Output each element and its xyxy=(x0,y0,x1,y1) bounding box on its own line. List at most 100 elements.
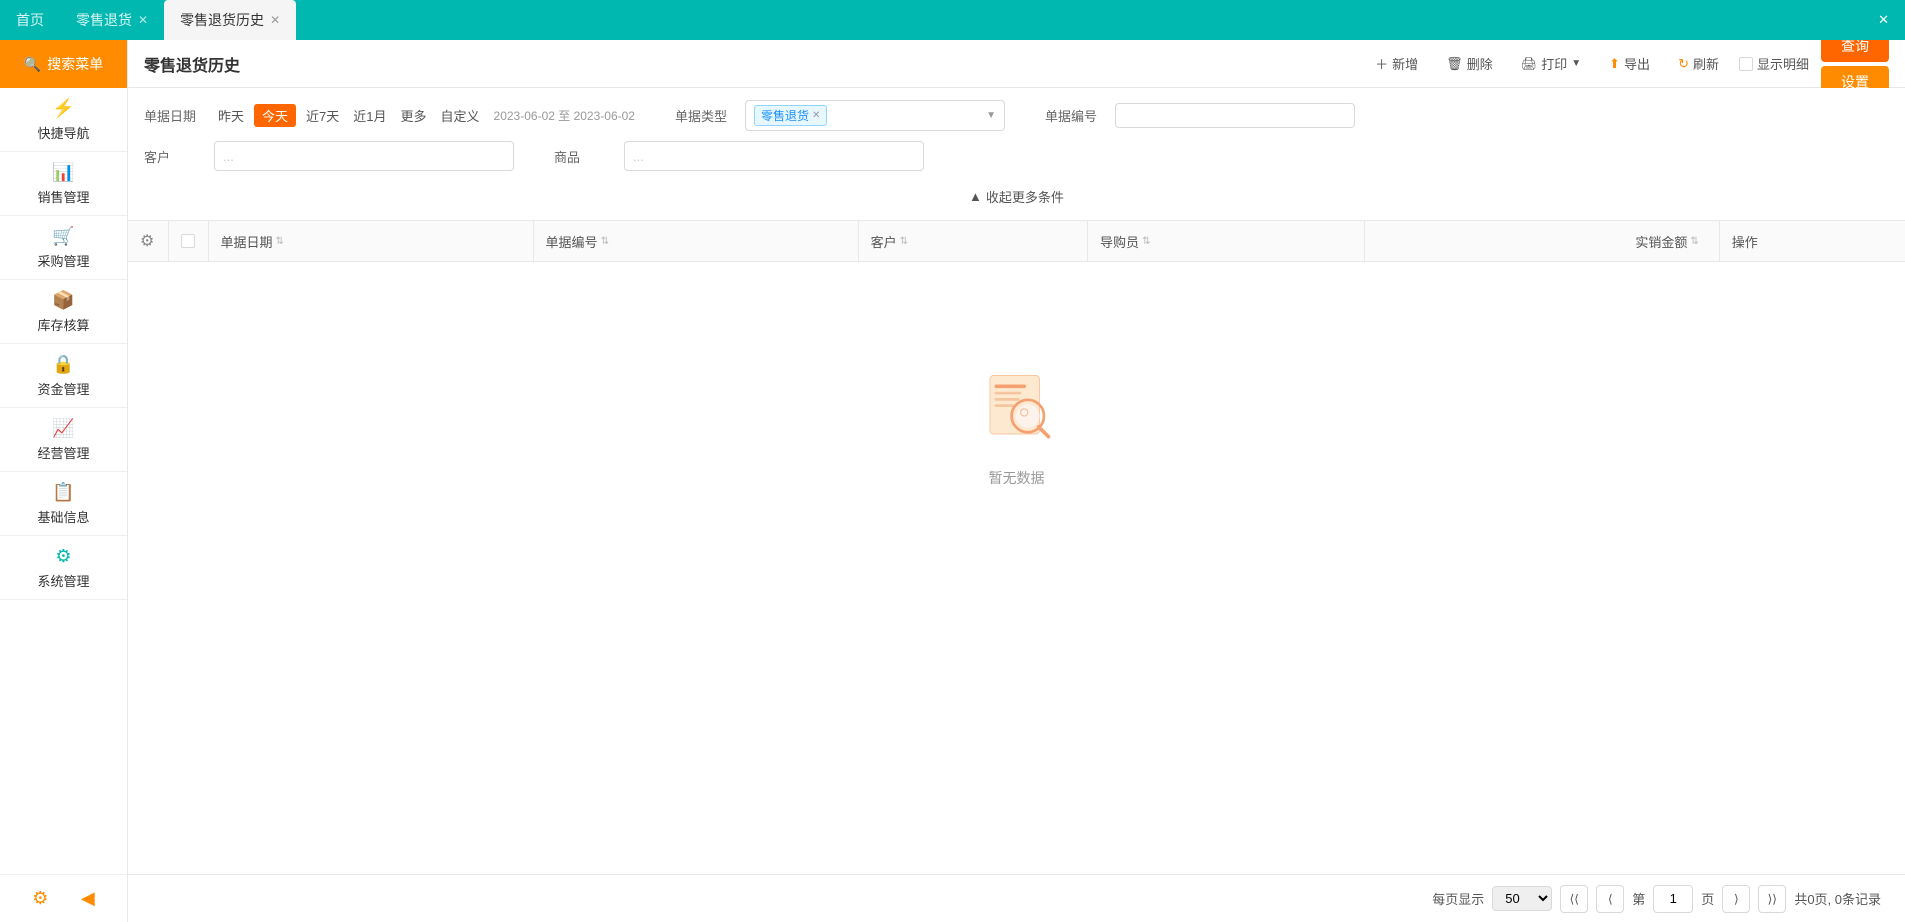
table-gear-icon[interactable]: ⚙ xyxy=(140,233,154,250)
print-button[interactable]: 🖨 打印 ▼ xyxy=(1513,50,1589,77)
date-opt-1month[interactable]: 近1月 xyxy=(349,104,390,127)
th-date-label: 单据日期 xyxy=(221,232,273,251)
sidebar-item-quicknav[interactable]: ⚡ 快捷导航 xyxy=(0,88,127,152)
number-filter-label: 单据编号 xyxy=(1045,106,1115,125)
sidebar-item-purchase[interactable]: 🛒 采购管理 xyxy=(0,216,127,280)
export-button[interactable]: ⬆ 导出 xyxy=(1601,50,1658,77)
collapse-label: 收起更多条件 xyxy=(986,187,1064,206)
th-amount-sort[interactable]: ⇅ xyxy=(1690,236,1698,247)
sidebar: 🔍 搜索菜单 ⚡ 快捷导航 📊 销售管理 🛒 采购管理 📦 库存核算 🔒 资金管… xyxy=(0,40,128,922)
th-guide: 导购员 ⇅ xyxy=(1088,221,1365,262)
sidebar-item-sales-label: 销售管理 xyxy=(37,187,89,206)
date-opt-today[interactable]: 今天 xyxy=(254,104,296,127)
page-size-select[interactable]: 50 10 20 100 xyxy=(1492,886,1552,911)
window-close-btn[interactable]: ✕ xyxy=(1878,12,1905,28)
page-prev-btn[interactable]: ⟨ xyxy=(1596,885,1624,913)
date-opt-more[interactable]: 更多 xyxy=(397,104,431,127)
select-all-checkbox[interactable] xyxy=(181,234,195,248)
goods-filter-input[interactable]: ... xyxy=(624,141,924,171)
sidebar-item-basicinfo[interactable]: 📋 基础信息 xyxy=(0,472,127,536)
sidebar-search[interactable]: 🔍 搜索菜单 xyxy=(0,40,127,88)
refresh-button[interactable]: ↻ 刷新 xyxy=(1670,50,1727,77)
sidebar-item-inventory[interactable]: 📦 库存核算 xyxy=(0,280,127,344)
new-button[interactable]: ＋ 新增 xyxy=(1367,50,1426,77)
export-icon: ⬆ xyxy=(1609,56,1620,72)
th-settings: ⚙ xyxy=(128,221,168,262)
delete-icon: 🗑 xyxy=(1446,56,1463,72)
table-body: 暂无数据 xyxy=(128,262,1905,589)
th-customer: 客户 ⇅ xyxy=(858,221,1087,262)
sidebar-item-finance[interactable]: 🔒 资金管理 xyxy=(0,344,127,408)
data-table: ⚙ 单据日期 ⇅ 单据编号 xyxy=(128,221,1905,588)
page-next-btn[interactable]: ⟩ xyxy=(1722,885,1750,913)
settings-bottom-icon[interactable]: ⚙ xyxy=(32,888,48,909)
delete-label: 删除 xyxy=(1467,54,1493,73)
type-tag: 零售退货 ✕ xyxy=(754,105,827,126)
page-header: 零售退货历史 ＋ 新增 🗑 删除 🖨 打印 ▼ ⬆ 导出 xyxy=(128,40,1905,88)
date-options: 昨天 今天 近7天 近1月 更多 自定义 2023-06-02 至 2023-0… xyxy=(214,104,635,127)
empty-state-text: 暂无数据 xyxy=(989,468,1045,488)
date-range-display: 2023-06-02 至 2023-06-02 xyxy=(494,107,635,124)
page-last-btn[interactable]: ⟩⟩ xyxy=(1758,885,1786,913)
tab-return-history[interactable]: 零售退货历史 ✕ xyxy=(164,0,296,40)
export-label: 导出 xyxy=(1624,54,1650,73)
collapse-filter-btn[interactable]: ▲ 收起更多条件 xyxy=(953,181,1080,212)
th-date: 单据日期 ⇅ xyxy=(208,221,533,262)
th-customer-sort[interactable]: ⇅ xyxy=(900,236,908,247)
page-label: 第 xyxy=(1632,889,1645,908)
tab-return[interactable]: 零售退货 ✕ xyxy=(60,0,164,40)
sidebar-item-operation-label: 经营管理 xyxy=(37,443,89,462)
print-label: 打印 xyxy=(1541,54,1567,73)
customer-filter-input[interactable]: ... xyxy=(214,141,514,171)
type-tag-label: 零售退货 xyxy=(761,107,809,124)
sidebar-item-quicknav-label: 快捷导航 xyxy=(37,123,89,142)
refresh-icon: ↻ xyxy=(1678,56,1689,72)
page-title: 零售退货历史 xyxy=(144,52,1367,76)
th-guide-sort[interactable]: ⇅ xyxy=(1142,236,1150,247)
sidebar-item-sales[interactable]: 📊 销售管理 xyxy=(0,152,127,216)
print-icon: 🖨 xyxy=(1521,56,1538,72)
query-button[interactable]: 查询 xyxy=(1821,40,1889,62)
page-first-btn[interactable]: ⟨⟨ xyxy=(1560,885,1588,913)
print-arrow: ▼ xyxy=(1571,58,1581,69)
refresh-label: 刷新 xyxy=(1693,54,1719,73)
display-detail-checkbox[interactable]: 显示明细 xyxy=(1739,54,1809,73)
th-action-label: 操作 xyxy=(1732,235,1758,250)
delete-button[interactable]: 🗑 删除 xyxy=(1438,50,1501,77)
th-date-sort[interactable]: ⇅ xyxy=(276,236,284,247)
customer-placeholder: ... xyxy=(223,149,234,164)
filter-row-date: 单据日期 昨天 今天 近7天 近1月 更多 自定义 2023-06-02 至 2… xyxy=(144,100,1889,131)
th-guide-label: 导购员 xyxy=(1100,232,1139,251)
collapse-sidebar-icon[interactable]: ◀ xyxy=(81,888,95,909)
sidebar-item-inventory-label: 库存核算 xyxy=(37,315,89,334)
date-opt-7days[interactable]: 近7天 xyxy=(302,104,343,127)
empty-state-cell: 暂无数据 xyxy=(128,262,1905,589)
th-amount-label: 实销金额 xyxy=(1635,232,1687,251)
sidebar-item-system[interactable]: ⚙ 系统管理 xyxy=(0,536,127,600)
date-opt-yesterday[interactable]: 昨天 xyxy=(214,104,248,127)
new-icon: ＋ xyxy=(1375,54,1388,73)
sidebar-item-operation[interactable]: 📈 经营管理 xyxy=(0,408,127,472)
th-number-sort[interactable]: ⇅ xyxy=(601,236,609,247)
th-action: 操作 xyxy=(1719,221,1905,262)
basicinfo-icon: 📋 xyxy=(52,482,74,503)
date-opt-custom[interactable]: 自定义 xyxy=(437,104,484,127)
th-number: 单据编号 ⇅ xyxy=(533,221,858,262)
tab-return-history-close[interactable]: ✕ xyxy=(270,13,280,27)
page-number-input[interactable] xyxy=(1653,885,1693,913)
sidebar-bottom: ⚙ ◀ xyxy=(0,874,127,922)
goods-filter-label: 商品 xyxy=(554,147,624,166)
table-header-row: ⚙ 单据日期 ⇅ 单据编号 xyxy=(128,221,1905,262)
sidebar-item-system-label: 系统管理 xyxy=(37,571,89,590)
number-filter-input[interactable] xyxy=(1115,103,1355,128)
type-select-arrow: ▼ xyxy=(986,110,996,121)
type-filter-select[interactable]: 零售退货 ✕ ▼ xyxy=(745,100,1005,131)
tab-home[interactable]: 首页 xyxy=(0,0,60,40)
tab-return-close[interactable]: ✕ xyxy=(138,13,148,27)
content-area: 零售退货历史 ＋ 新增 🗑 删除 🖨 打印 ▼ ⬆ 导出 xyxy=(128,40,1905,922)
operation-icon: 📈 xyxy=(52,418,74,439)
type-tag-close[interactable]: ✕ xyxy=(812,110,820,121)
display-detail-check[interactable] xyxy=(1739,57,1753,71)
pagination-bar: 每页显示 50 10 20 100 ⟨⟨ ⟨ 第 页 ⟩ ⟩⟩ 共0页, 0条记… xyxy=(128,874,1905,922)
sales-icon: 📊 xyxy=(52,162,74,183)
